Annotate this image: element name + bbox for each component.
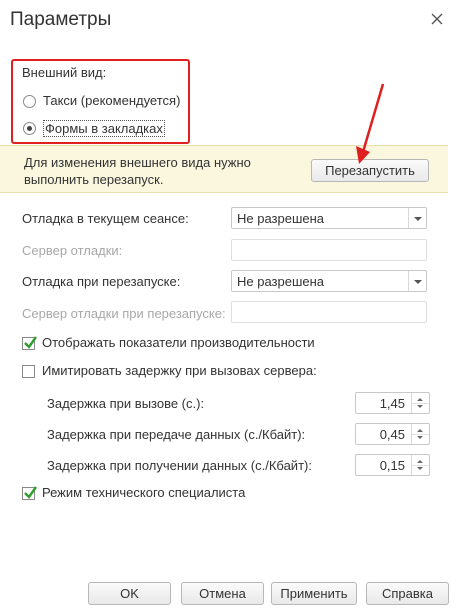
spinner-icon[interactable] <box>411 455 429 475</box>
chevron-down-icon[interactable] <box>408 271 426 291</box>
chevron-down-icon[interactable] <box>408 208 426 228</box>
debug-server-field <box>231 239 427 261</box>
debug-current-select[interactable]: Не разрешена <box>231 207 427 229</box>
close-icon[interactable] <box>428 10 446 28</box>
radio-selected-dot <box>27 126 32 131</box>
checkmark-icon <box>24 486 37 499</box>
performance-label[interactable]: Отображать показатели производительности <box>42 335 315 350</box>
delay-send-label: Задержка при передаче данных (с./Кбайт): <box>47 427 306 442</box>
delay-call-input[interactable]: 1,45 <box>355 392 430 414</box>
radio-tabs-label[interactable]: Формы в закладках <box>43 120 165 137</box>
appearance-label: Внешний вид: <box>22 65 107 80</box>
notice-line-1: Для изменения внешнего вида нужно <box>24 155 251 170</box>
window-title: Параметры <box>10 9 112 30</box>
spinner-icon[interactable] <box>411 424 429 444</box>
notice-line-2: выполнить перезапуск. <box>24 172 164 187</box>
debug-restart-value: Не разрешена <box>237 274 325 289</box>
debug-server-label: Сервер отладки: <box>22 243 123 258</box>
debug-restart-select[interactable]: Не разрешена <box>231 270 427 292</box>
delay-call-label: Задержка при вызове (с.): <box>47 396 205 411</box>
radio-taxi-label[interactable]: Такси (рекомендуется) <box>43 93 180 108</box>
delay-receive-value: 0,15 <box>379 458 405 473</box>
help-button[interactable]: Справка <box>366 582 449 605</box>
checkmark-icon <box>24 336 37 349</box>
cancel-button[interactable]: Отмена <box>181 582 264 605</box>
spinner-icon[interactable] <box>411 393 429 413</box>
tech-mode-checkbox[interactable] <box>22 486 37 500</box>
delay-receive-input[interactable]: 0,15 <box>355 454 430 476</box>
delay-call-value: 1,45 <box>379 396 405 411</box>
apply-button[interactable]: Применить <box>271 582 357 605</box>
delay-label[interactable]: Имитировать задержку при вызовах сервера… <box>42 363 317 378</box>
radio-taxi[interactable] <box>23 95 36 108</box>
ok-button[interactable]: OK <box>88 582 171 605</box>
debug-current-label: Отладка в текущем сеансе: <box>22 211 189 226</box>
debug-current-value: Не разрешена <box>237 211 325 226</box>
performance-checkbox[interactable] <box>22 336 37 350</box>
delay-receive-label: Задержка при получении данных (с./Кбайт)… <box>47 458 312 473</box>
debug-restart-server-field <box>231 301 427 323</box>
delay-send-input[interactable]: 0,45 <box>355 423 430 445</box>
debug-restart-label: Отладка при перезапуске: <box>22 274 181 289</box>
debug-restart-server-label: Сервер отладки при перезапуске: <box>22 306 226 321</box>
tech-mode-label[interactable]: Режим технического специалиста <box>42 485 245 500</box>
delay-send-value: 0,45 <box>379 427 405 442</box>
annotation-arrow-icon <box>356 83 385 164</box>
radio-tabs[interactable] <box>23 122 36 135</box>
delay-checkbox[interactable] <box>22 365 35 378</box>
